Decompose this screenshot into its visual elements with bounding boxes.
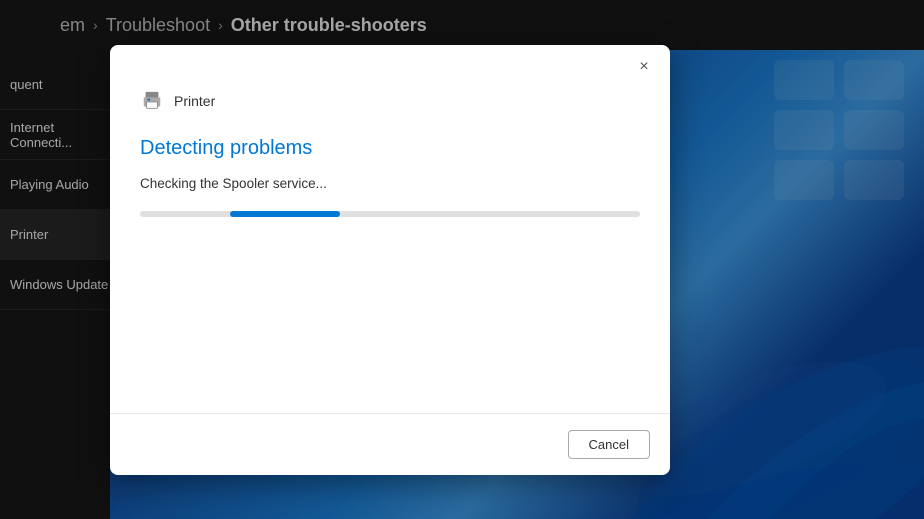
dialog-footer: Cancel	[110, 413, 670, 475]
progress-bar-fill	[230, 211, 340, 217]
checking-status-text: Checking the Spooler service...	[140, 176, 640, 191]
troubleshooter-dialog: × Printer Detecting problems Checking th…	[110, 45, 670, 475]
dialog-titlebar: ×	[110, 45, 670, 89]
dialog-icon-label: Printer	[174, 93, 215, 109]
detecting-problems-title: Detecting problems	[140, 137, 640, 160]
dialog-header: Printer	[140, 89, 640, 113]
progress-bar	[140, 211, 640, 217]
dialog-content: Printer Detecting problems Checking the …	[110, 89, 670, 413]
cancel-button[interactable]: Cancel	[568, 430, 650, 459]
close-button[interactable]: ×	[630, 53, 658, 81]
printer-icon	[140, 89, 164, 113]
